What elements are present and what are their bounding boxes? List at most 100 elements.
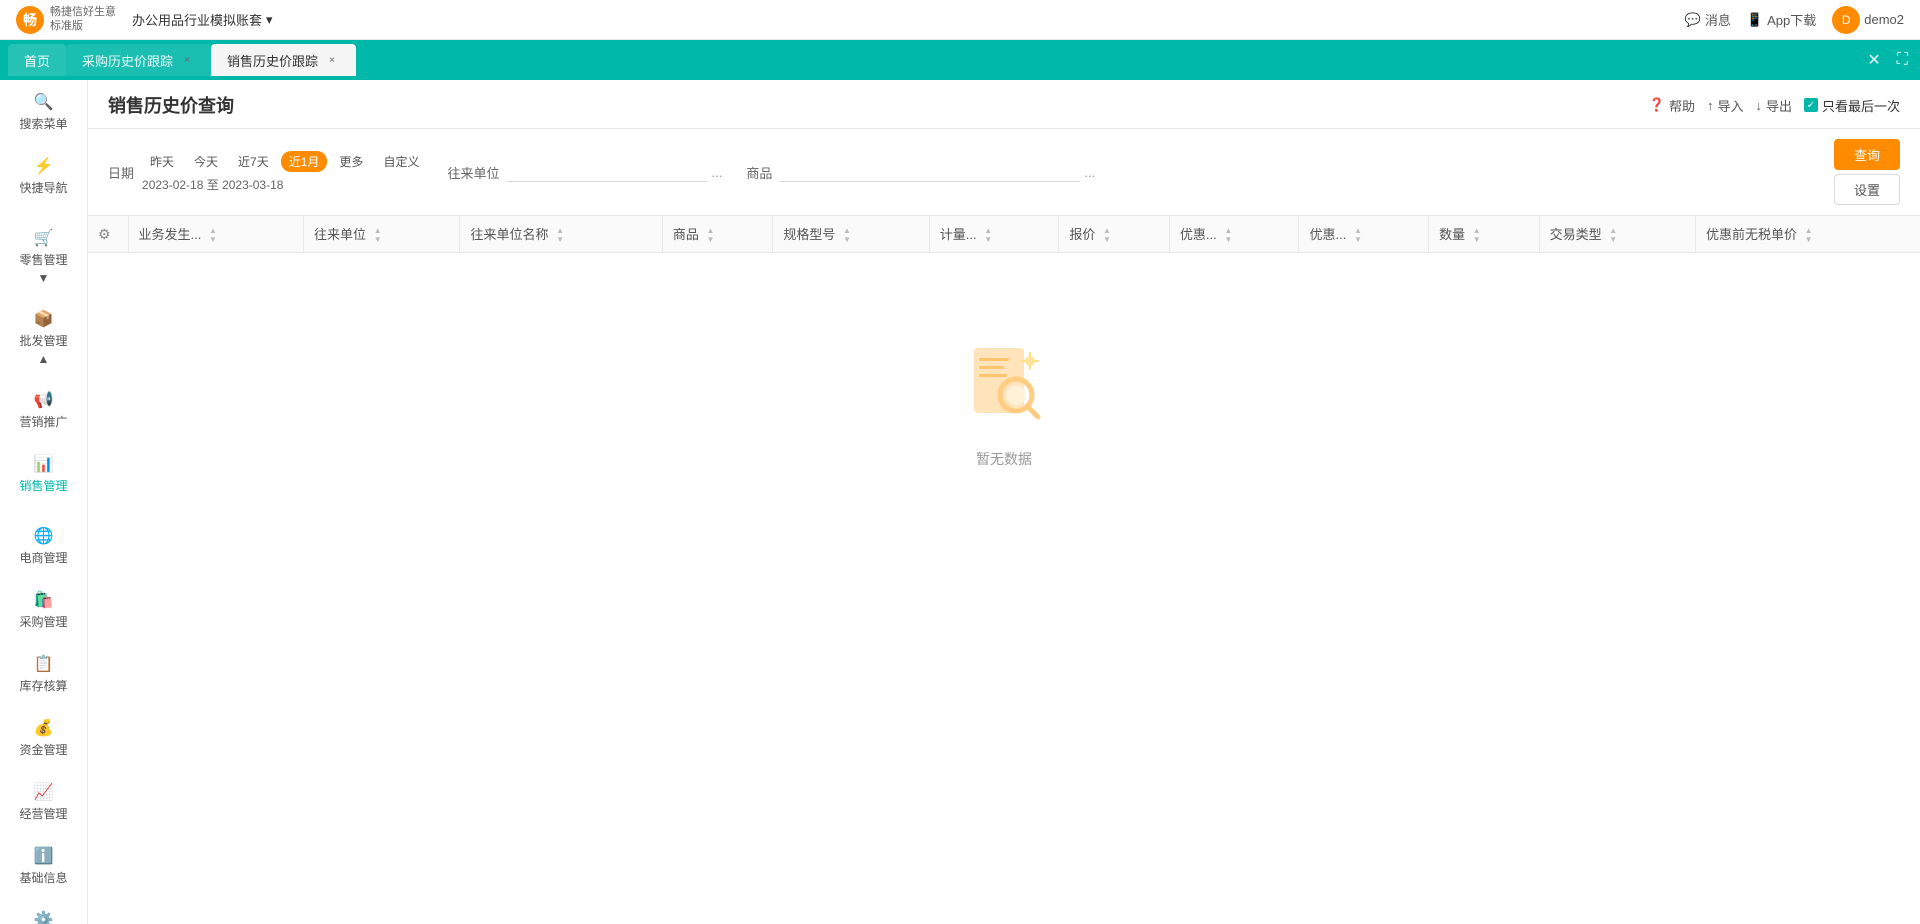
col-quote[interactable]: 报价 ▲ ▼ xyxy=(1059,216,1170,253)
sidebar-item-retail[interactable]: 🛒 零售管理 ▼ xyxy=(4,218,83,295)
sidebar-item-purchase[interactable]: 🛍️ 采购管理 xyxy=(4,580,83,640)
page-header: 销售历史价查询 ❓ 帮助 ↑ 导入 ↓ 导出 ✓ xyxy=(88,80,1920,129)
settings-button[interactable]: 设置 xyxy=(1834,174,1900,205)
sidebar-item-inventory[interactable]: 📋 库存核算 xyxy=(4,644,83,704)
filter-bar: 日期 昨天 今天 近7天 近1月 更多 自定义 2023-02-18 至 202… xyxy=(88,129,1920,216)
product-label: 商品 xyxy=(746,163,772,182)
sidebar-label-inventory: 库存核算 xyxy=(19,677,67,694)
top-bar-right: 💬 消息 📱 App下载 D demo2 xyxy=(1685,6,1904,34)
tab-sales-history-close[interactable]: × xyxy=(324,52,340,68)
col-partner-code[interactable]: 往来单位 ▲ ▼ xyxy=(304,216,460,253)
col-pretax-price[interactable]: 优惠前无税单价 ▲ ▼ xyxy=(1696,216,1920,253)
search-button[interactable]: 查询 xyxy=(1834,139,1900,170)
sidebar-label-wholesale: 批发管理 xyxy=(19,332,67,349)
download-icon: 📱 xyxy=(1747,12,1763,28)
logo-area: 畅 畅捷信好生意 标准版 xyxy=(16,6,116,34)
sidebar-item-basic[interactable]: ℹ️ 基础信息 xyxy=(4,836,83,896)
only-last-checkbox-label[interactable]: ✓ 只看最后一次 xyxy=(1804,96,1900,115)
user-profile[interactable]: D demo2 xyxy=(1832,6,1904,34)
col-unit[interactable]: 计量... ▲ ▼ xyxy=(929,216,1059,253)
content-area: 销售历史价查询 ❓ 帮助 ↑ 导入 ↓ 导出 ✓ xyxy=(88,80,1920,924)
table-container: ⚙ 业务发生... ▲ ▼ 往来单位 ▲ xyxy=(88,216,1920,924)
app-download-button[interactable]: 📱 App下载 xyxy=(1747,10,1816,29)
tab-purchase-history-label: 采购历史价跟踪 xyxy=(82,51,173,70)
inventory-icon: 📋 xyxy=(34,654,54,674)
col-quantity[interactable]: 数量 ▲ ▼ xyxy=(1429,216,1540,253)
date-tab-custom[interactable]: 自定义 xyxy=(375,151,427,172)
sort-quantity: ▲ ▼ xyxy=(1473,227,1481,244)
page-actions: ❓ 帮助 ↑ 导入 ↓ 导出 ✓ 只看最后一次 xyxy=(1649,96,1900,115)
sidebar-item-marketing[interactable]: 📢 营销推广 xyxy=(4,380,83,440)
column-settings-button[interactable]: ⚙ xyxy=(98,226,111,242)
col-discount1[interactable]: 优惠... ▲ ▼ xyxy=(1169,216,1299,253)
col-settings: ⚙ xyxy=(88,216,128,253)
date-tab-today[interactable]: 今天 xyxy=(186,151,226,172)
message-button[interactable]: 💬 消息 xyxy=(1685,10,1731,29)
fullscreen-button[interactable]: ⛶ xyxy=(1893,47,1912,73)
app-title: 办公用品行业模拟账套 xyxy=(132,10,262,29)
tab-purchase-history-close[interactable]: × xyxy=(179,52,195,68)
tab-home-label: 首页 xyxy=(24,51,50,70)
sort-discount2: ▲ ▼ xyxy=(1354,227,1362,244)
operations-icon: 📈 xyxy=(34,782,54,802)
col-partner-name[interactable]: 往来单位名称 ▲ ▼ xyxy=(460,216,662,253)
sales-icon: 📊 xyxy=(34,454,54,474)
filter-action-buttons: 查询 设置 xyxy=(1834,139,1900,205)
partner-input[interactable] xyxy=(507,162,707,182)
product-input[interactable] xyxy=(780,162,1080,182)
partner-label: 往来单位 xyxy=(447,163,499,182)
date-tab-more[interactable]: 更多 xyxy=(331,151,371,172)
product-input-dots[interactable]: ... xyxy=(1080,165,1099,180)
wholesale-arrow-icon: ▲ xyxy=(38,352,50,366)
only-last-checkbox[interactable]: ✓ xyxy=(1804,98,1818,112)
sidebar-item-wholesale[interactable]: 📦 批发管理 ▲ xyxy=(4,299,83,376)
sort-discount1: ▲ ▼ xyxy=(1224,227,1232,244)
sort-trade-type: ▲ ▼ xyxy=(1609,227,1617,244)
date-range-display: 2023-02-18 至 2023-03-18 xyxy=(142,176,427,193)
logo-icon: 畅 xyxy=(16,6,44,34)
system-icon: ⚙️ xyxy=(34,910,54,924)
wholesale-icon: 📦 xyxy=(34,309,54,329)
col-discount2[interactable]: 优惠... ▲ ▼ xyxy=(1299,216,1429,253)
sidebar-item-search[interactable]: 🔍 搜索菜单 xyxy=(4,82,83,142)
import-button[interactable]: ↑ 导入 xyxy=(1707,96,1744,115)
tab-home[interactable]: 首页 xyxy=(8,44,66,76)
sort-spec: ▲ ▼ xyxy=(843,227,851,244)
date-tab-1month[interactable]: 近1月 xyxy=(281,151,328,172)
tab-purchase-history[interactable]: 采购历史价跟踪 × xyxy=(66,44,211,76)
col-product[interactable]: 商品 ▲ ▼ xyxy=(662,216,773,253)
sidebar-item-system[interactable]: ⚙️ 系统管理 xyxy=(4,900,83,924)
sidebar-item-finance[interactable]: 💰 资金管理 xyxy=(4,708,83,768)
sidebar-label-retail: 零售管理 xyxy=(19,251,67,268)
close-all-tabs-button[interactable]: ✕ xyxy=(1863,46,1884,74)
col-spec[interactable]: 规格型号 ▲ ▼ xyxy=(773,216,929,253)
sidebar-label-finance: 资金管理 xyxy=(19,741,67,758)
help-button[interactable]: ❓ 帮助 xyxy=(1649,96,1695,115)
tab-sales-history[interactable]: 销售历史价跟踪 × xyxy=(211,44,356,76)
date-tabs: 昨天 今天 近7天 近1月 更多 自定义 xyxy=(142,151,427,172)
sidebar-item-shortcut[interactable]: ⚡ 快捷导航 xyxy=(4,146,83,206)
sidebar-item-sales[interactable]: 📊 销售管理 xyxy=(4,444,83,504)
username-label: demo2 xyxy=(1864,12,1904,27)
sidebar-label-marketing: 营销推广 xyxy=(19,413,67,430)
col-trade-type[interactable]: 交易类型 ▲ ▼ xyxy=(1539,216,1695,253)
date-filter-group: 日期 昨天 今天 近7天 近1月 更多 自定义 2023-02-18 至 202… xyxy=(108,151,427,193)
partner-input-dots[interactable]: ... xyxy=(707,165,726,180)
empty-state: 暂无数据 xyxy=(88,253,1920,549)
import-icon: ↑ xyxy=(1707,98,1714,113)
sidebar-item-operations[interactable]: 📈 经营管理 xyxy=(4,772,83,832)
export-button[interactable]: ↓ 导出 xyxy=(1755,96,1792,115)
sidebar-label-ecommerce: 电商管理 xyxy=(19,549,67,566)
sidebar: 🔍 搜索菜单 ⚡ 快捷导航 🛒 零售管理 ▼ 📦 批发管理 ▲ 📢 营销推广 📊… xyxy=(0,80,88,924)
date-tab-last7[interactable]: 近7天 xyxy=(230,151,277,172)
product-input-wrap: ... xyxy=(780,162,1099,182)
sort-quote: ▲ ▼ xyxy=(1103,227,1111,244)
app-selector[interactable]: 办公用品行业模拟账套 ▾ xyxy=(124,6,281,33)
date-tab-yesterday[interactable]: 昨天 xyxy=(142,151,182,172)
sidebar-item-ecommerce[interactable]: 🌐 电商管理 xyxy=(4,516,83,576)
table-header: ⚙ 业务发生... ▲ ▼ 往来单位 ▲ xyxy=(88,216,1920,253)
sidebar-label-sales: 销售管理 xyxy=(19,477,67,494)
sidebar-label-basic: 基础信息 xyxy=(19,869,67,886)
data-table: ⚙ 业务发生... ▲ ▼ 往来单位 ▲ xyxy=(88,216,1920,549)
col-biz-date[interactable]: 业务发生... ▲ ▼ xyxy=(128,216,304,253)
